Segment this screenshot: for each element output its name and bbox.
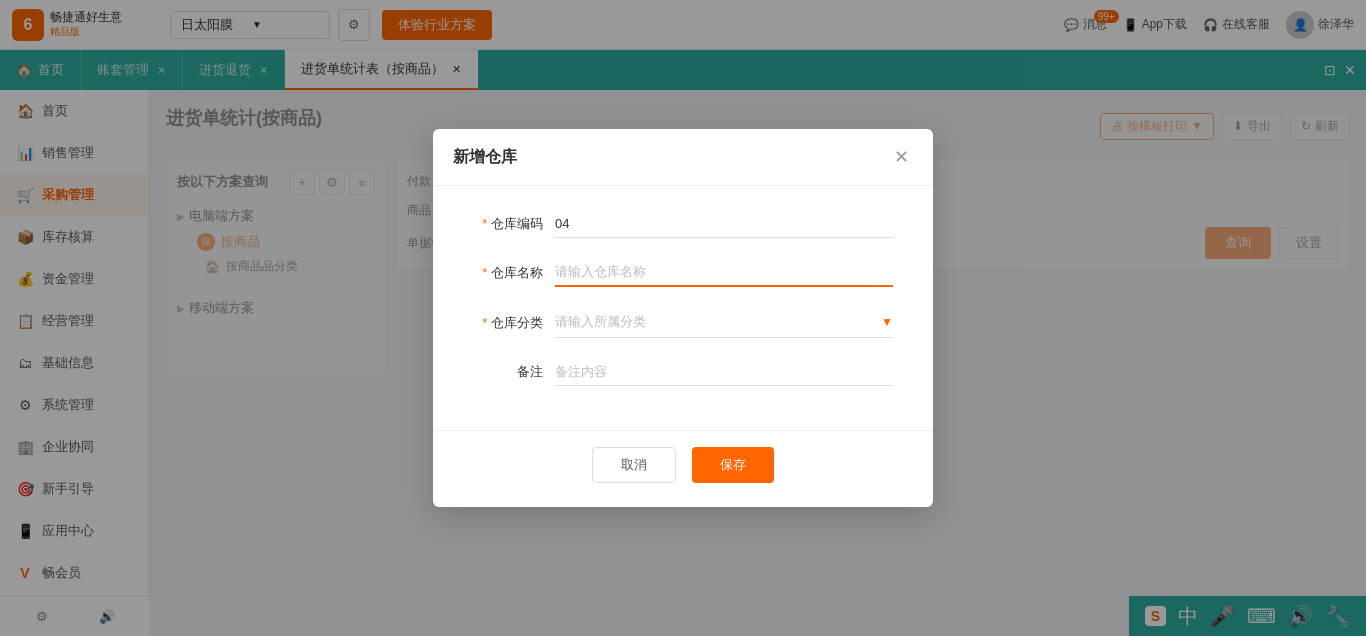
save-button[interactable]: 保存	[692, 447, 774, 483]
remarks-label: 备注	[473, 363, 543, 381]
warehouse-name-input[interactable]	[555, 258, 893, 287]
warehouse-category-label: 仓库分类	[473, 314, 543, 332]
form-field-warehouse-code: 仓库编码	[473, 210, 893, 238]
modal-header: 新增仓库 ✕	[433, 129, 933, 186]
modal-overlay: 新增仓库 ✕ 仓库编码 仓库名称 仓库分类 请输入所属分类 ▼	[0, 0, 1366, 636]
modal-close-btn[interactable]: ✕	[889, 145, 913, 169]
modal-title: 新增仓库	[453, 147, 517, 168]
warehouse-code-label: 仓库编码	[473, 215, 543, 233]
modal-footer: 取消 保存	[433, 430, 933, 507]
remarks-input[interactable]	[555, 358, 893, 386]
modal-new-warehouse: 新增仓库 ✕ 仓库编码 仓库名称 仓库分类 请输入所属分类 ▼	[433, 129, 933, 507]
warehouse-category-select[interactable]: 请输入所属分类 ▼	[555, 307, 893, 338]
warehouse-category-placeholder: 请输入所属分类	[555, 313, 646, 331]
form-field-remarks: 备注	[473, 358, 893, 386]
category-dropdown-icon: ▼	[881, 315, 893, 329]
form-field-warehouse-name: 仓库名称	[473, 258, 893, 287]
warehouse-name-label: 仓库名称	[473, 264, 543, 282]
modal-body: 仓库编码 仓库名称 仓库分类 请输入所属分类 ▼ 备注	[433, 186, 933, 430]
form-field-warehouse-category: 仓库分类 请输入所属分类 ▼	[473, 307, 893, 338]
cancel-button[interactable]: 取消	[592, 447, 676, 483]
warehouse-code-input[interactable]	[555, 210, 893, 238]
